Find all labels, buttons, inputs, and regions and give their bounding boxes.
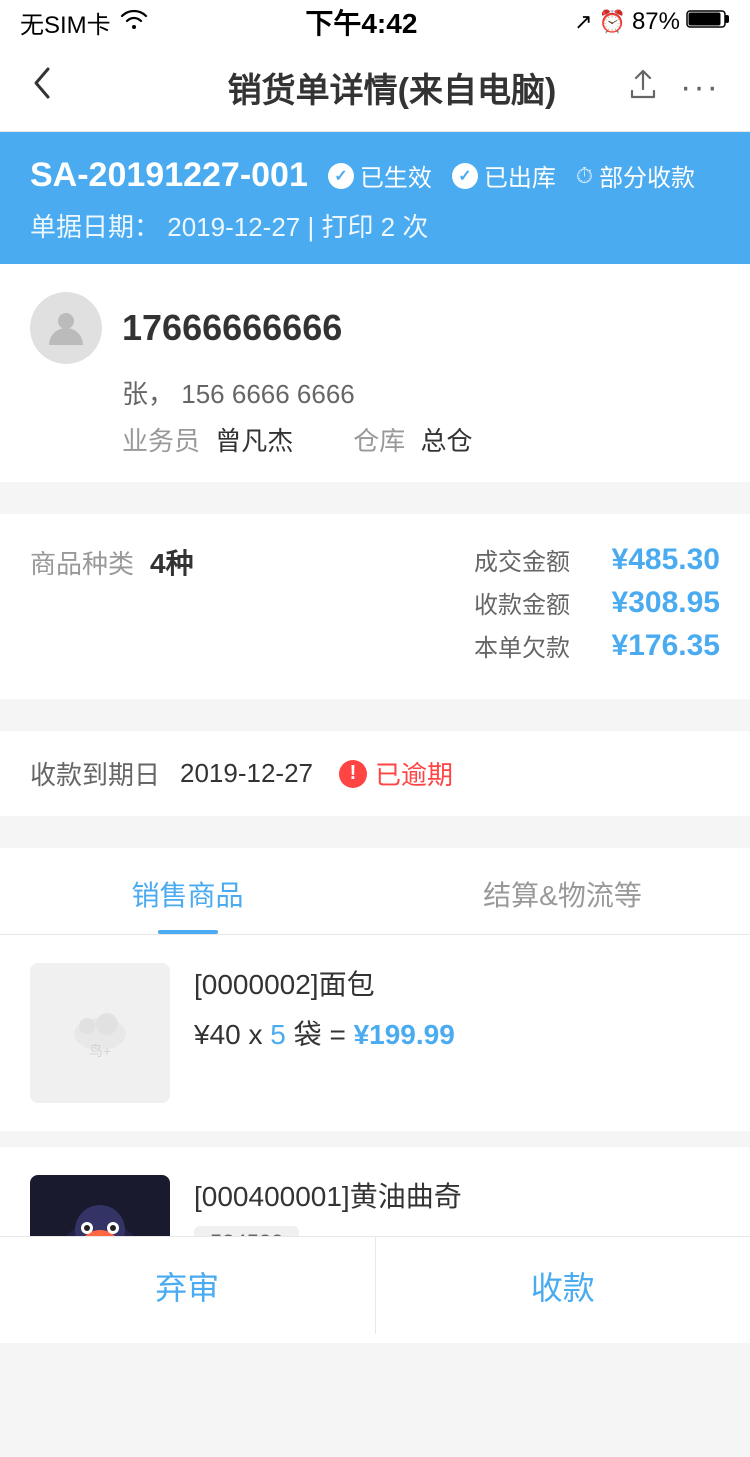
product-1-equals: =: [329, 1019, 353, 1050]
tab-settlement-label: 结算&物流等: [483, 880, 642, 911]
customer-phone: 156 6666 6666: [181, 379, 355, 409]
product-type-value: 4种: [150, 542, 194, 582]
summary-right: 成交金额 ¥485.30 收款金额 ¥308.95 本单欠款 ¥176.35: [474, 542, 720, 671]
customer-meta: 业务员 曾凡杰 仓库 总仓: [122, 421, 720, 458]
banner-row1: SA-20191227-001 ✓ 已生效 ✓ 已出库 ⏱ 部分收款: [30, 156, 720, 195]
badge-active: ✓ 已生效: [328, 158, 432, 193]
product-1-total: ¥199.99: [354, 1019, 455, 1050]
collection-row: 收款金额 ¥308.95: [474, 585, 720, 620]
battery-icon: [686, 8, 730, 37]
product-2-name: [000400001]黄油曲奇: [194, 1175, 720, 1215]
alarm-icon: ⏰: [599, 9, 626, 35]
divider-2: [0, 715, 750, 731]
customer-id: 17666666666: [122, 307, 342, 349]
order-banner: SA-20191227-001 ✓ 已生效 ✓ 已出库 ⏱ 部分收款 单据日期：…: [0, 132, 750, 264]
tab-products-label: 销售商品: [131, 880, 243, 911]
due-label: 收款到期日: [30, 755, 160, 792]
collection-value: ¥308.95: [590, 586, 720, 620]
status-time: 下午4:42: [305, 2, 417, 42]
tab-products[interactable]: 销售商品: [0, 848, 375, 934]
location-icon: ↗: [574, 9, 592, 35]
carrier-text: 无SIM卡: [20, 5, 111, 40]
deal-amount-label: 成交金额: [474, 542, 570, 577]
nav-bar: 销货单详情(来自电脑) ···: [0, 44, 750, 132]
warehouse-value: 总仓: [421, 426, 473, 456]
deal-amount-value: ¥485.30: [590, 543, 720, 577]
debt-label: 本单欠款: [474, 628, 570, 663]
product-1-unit: 袋: [294, 1019, 322, 1050]
customer-sub: 张， 156 6666 6666: [122, 374, 720, 411]
customer-avatar: [30, 292, 102, 364]
summary-section: 商品种类 4种 成交金额 ¥485.30 收款金额 ¥308.95 本单欠款 ¥…: [0, 514, 750, 699]
salesman-label: 业务员: [122, 426, 200, 456]
summary-left: 商品种类 4种: [30, 542, 194, 582]
tabs-row: 销售商品 结算&物流等: [0, 848, 750, 934]
product-1-image: 鸟+: [30, 963, 170, 1103]
banner-row2: 单据日期： 2019-12-27 | 打印 2 次: [30, 207, 720, 244]
tab-settlement[interactable]: 结算&物流等: [375, 848, 750, 934]
debt-row: 本单欠款 ¥176.35: [474, 628, 720, 663]
confirm-button[interactable]: 收款: [376, 1237, 750, 1334]
overdue-icon: !: [339, 760, 367, 788]
print-info: | 打印 2 次: [307, 212, 428, 242]
product-1-price: ¥40 x 5 袋 = ¥199.99: [194, 1013, 720, 1053]
product-1-info: [0000002]面包 ¥40 x 5 袋 = ¥199.99: [194, 963, 720, 1053]
customer-row: 17666666666: [30, 292, 720, 364]
warehouse-label: 仓库: [353, 426, 405, 456]
order-id: SA-20191227-001: [30, 156, 308, 195]
nav-title: 销货单详情(来自电脑): [124, 63, 660, 112]
share-icon[interactable]: [626, 67, 660, 109]
product-1-qty: 5: [270, 1019, 286, 1050]
debt-value: ¥176.35: [590, 629, 720, 663]
salesman-info: 业务员 曾凡杰: [122, 421, 293, 458]
divider-3: [0, 832, 750, 848]
more-icon[interactable]: ···: [680, 68, 720, 107]
bottom-bar: 弃审 收款: [0, 1236, 750, 1334]
tabs-container: 销售商品 结算&物流等: [0, 848, 750, 935]
badge-shipped: ✓ 已出库: [452, 158, 556, 193]
product-type-item: 商品种类 4种: [30, 542, 194, 582]
due-section: 收款到期日 2019-12-27 ! 已逾期: [0, 731, 750, 816]
collection-label: 收款金额: [474, 585, 570, 620]
confirm-label: 收款: [531, 1263, 595, 1309]
svg-text:鸟+: 鸟+: [89, 1043, 111, 1059]
check-icon-1: ✓: [328, 163, 354, 189]
wifi-icon: [119, 8, 149, 37]
divider-1: [0, 498, 750, 514]
deal-amount-row: 成交金额 ¥485.30: [474, 542, 720, 577]
product-1-name: [0000002]面包: [194, 963, 720, 1003]
clock-icon: ⏱: [576, 163, 593, 189]
product-item: 鸟+ [0000002]面包 ¥40 x 5 袋 = ¥199.99: [0, 935, 750, 1131]
status-left: 无SIM卡: [20, 5, 149, 40]
check-icon-2: ✓: [452, 163, 478, 189]
customer-name-text: 张，: [122, 379, 174, 409]
badge-shipped-label: 已出库: [484, 158, 556, 193]
overdue-badge: ! 已逾期: [339, 755, 453, 792]
product-1-unit-price: ¥40: [194, 1019, 241, 1050]
order-date: 2019-12-27: [167, 212, 300, 242]
product-type-label: 商品种类: [30, 544, 134, 581]
warehouse-info: 仓库 总仓: [353, 421, 472, 458]
cancel-button[interactable]: 弃审: [0, 1237, 376, 1334]
back-button[interactable]: [30, 53, 64, 122]
battery-text: 87%: [632, 8, 680, 36]
due-date-value: 2019-12-27: [180, 758, 313, 789]
cancel-label: 弃审: [155, 1263, 219, 1309]
date-label: 单据日期：: [30, 212, 160, 242]
badge-partial: ⏱ 部分收款: [576, 158, 695, 193]
badge-partial-label: 部分收款: [599, 158, 695, 193]
overdue-text: 已逾期: [375, 755, 453, 792]
product-1-multiply: x: [249, 1019, 271, 1050]
badge-active-label: 已生效: [360, 158, 432, 193]
summary-row: 商品种类 4种 成交金额 ¥485.30 收款金额 ¥308.95 本单欠款 ¥…: [30, 542, 720, 671]
salesman-value: 曾凡杰: [215, 426, 293, 456]
customer-section: 17666666666 张， 156 6666 6666 业务员 曾凡杰 仓库 …: [0, 264, 750, 482]
nav-actions: ···: [626, 67, 720, 109]
status-bar: 无SIM卡 下午4:42 ↗ ⏰ 87%: [0, 0, 750, 44]
status-right: ↗ ⏰ 87%: [574, 8, 730, 37]
